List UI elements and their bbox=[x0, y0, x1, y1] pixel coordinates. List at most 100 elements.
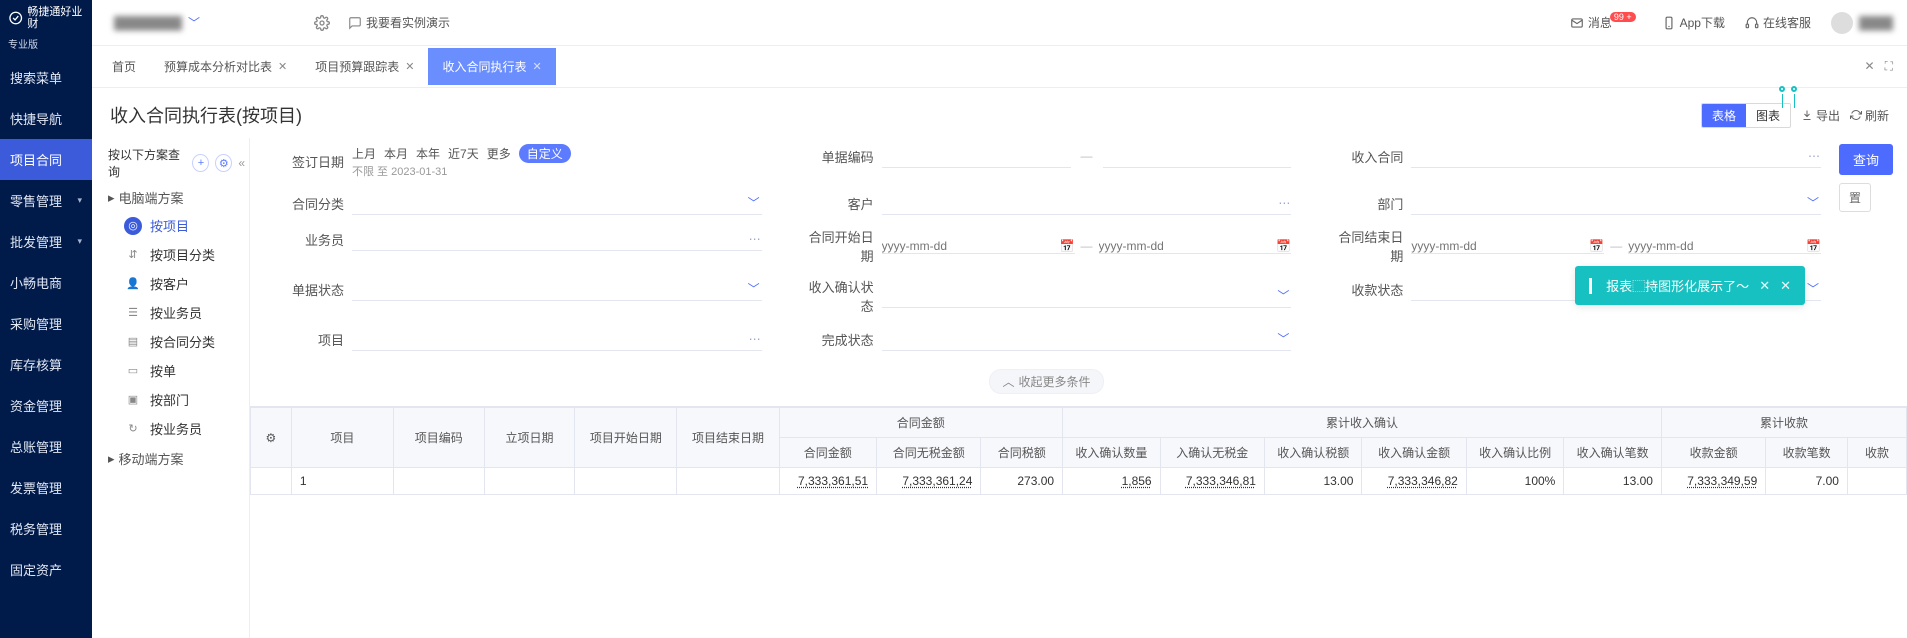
chevron-down-icon[interactable]: ﹀ bbox=[746, 194, 762, 211]
seg-table[interactable]: 表格 bbox=[1702, 104, 1746, 127]
cell-c-amt[interactable]: 7,333,346,82 bbox=[1388, 474, 1458, 488]
col-c-amt[interactable]: 收入确认金额 bbox=[1362, 438, 1466, 468]
more-icon[interactable]: ⋯ bbox=[749, 232, 762, 246]
nav-item[interactable]: 批发管理▾ bbox=[0, 221, 92, 262]
col-c-notax[interactable]: 入确认无税金 bbox=[1160, 438, 1264, 468]
start-date-to[interactable]: 📅 bbox=[1099, 239, 1292, 254]
end-date-to[interactable]: 📅 bbox=[1628, 239, 1821, 254]
class-select[interactable]: ﹀ bbox=[352, 191, 762, 215]
tab[interactable]: 预算成本分析对比表✕ bbox=[150, 48, 301, 85]
scheme-setting-button[interactable]: ⚙ bbox=[215, 154, 232, 172]
dq-more[interactable]: 更多 bbox=[487, 145, 511, 162]
nav-item[interactable]: 总账管理 bbox=[0, 426, 92, 467]
cell-cnt[interactable]: 1,856 bbox=[1122, 474, 1152, 488]
scheme-item[interactable]: ▤按合同分类 bbox=[120, 327, 245, 356]
bill-status-select[interactable]: ﹀ bbox=[352, 277, 762, 301]
msg-link[interactable]: 消息 99 + bbox=[1570, 14, 1642, 31]
fullscreen-icon[interactable]: ⛶ bbox=[1885, 59, 1893, 74]
tab[interactable]: 首页 bbox=[98, 48, 150, 85]
user-box[interactable]: ████ bbox=[1831, 12, 1893, 34]
bill-code-from[interactable] bbox=[882, 144, 1071, 168]
scheme-item[interactable]: ↻按业务员 bbox=[120, 414, 245, 443]
col-start[interactable]: 项目开始日期 bbox=[575, 408, 677, 468]
col-r-times[interactable]: 收款笔数 bbox=[1766, 438, 1848, 468]
chevron-down-icon[interactable]: ﹀ bbox=[1275, 330, 1291, 347]
col-project[interactable]: 项目 bbox=[291, 408, 393, 468]
col-r-more[interactable]: 收款 bbox=[1847, 438, 1906, 468]
dept-select[interactable]: ﹀ bbox=[1411, 191, 1821, 215]
nav-item[interactable]: 固定资产 bbox=[0, 549, 92, 590]
nav-item[interactable]: 库存核算 bbox=[0, 344, 92, 385]
demo-link[interactable]: 我要看实例演示 bbox=[348, 14, 450, 31]
project-select[interactable]: ⋯ bbox=[352, 327, 762, 351]
table-gear[interactable]: ⚙ bbox=[251, 408, 292, 468]
tab-close-icon[interactable]: ✕ bbox=[533, 60, 542, 73]
tab[interactable]: 收入合同执行表✕ bbox=[428, 48, 555, 85]
nav-item[interactable]: 采购管理 bbox=[0, 303, 92, 344]
col-code[interactable]: 项目编码 bbox=[393, 408, 484, 468]
nav-item[interactable]: 税务管理 bbox=[0, 508, 92, 549]
col-tax[interactable]: 合同税额 bbox=[981, 438, 1063, 468]
scheme-item[interactable]: ▣按部门 bbox=[120, 385, 245, 414]
scheme-item[interactable]: ◎按项目 bbox=[120, 211, 245, 240]
chevron-down-icon[interactable]: ﹀ bbox=[1805, 194, 1821, 211]
col-c-ratio[interactable]: 收入确认比例 bbox=[1466, 438, 1564, 468]
col-cnt[interactable]: 收入确认数量 bbox=[1063, 438, 1161, 468]
dq-this-year[interactable]: 本年 bbox=[416, 145, 440, 162]
query-button[interactable]: 查询 bbox=[1839, 144, 1893, 175]
bill-code-to[interactable] bbox=[1103, 144, 1292, 168]
confirm-status-select[interactable]: ﹀ bbox=[882, 284, 1292, 308]
contract-select[interactable]: ⋯ bbox=[1411, 144, 1821, 168]
start-date-from[interactable]: 📅 bbox=[882, 239, 1075, 254]
reset-button[interactable]: 置 bbox=[1839, 183, 1871, 212]
col-c-times[interactable]: 收入确认笔数 bbox=[1564, 438, 1662, 468]
col-c-tax[interactable]: 收入确认税额 bbox=[1264, 438, 1362, 468]
dq-last-month[interactable]: 上月 bbox=[352, 145, 376, 162]
dq-last7[interactable]: 近7天 bbox=[448, 145, 479, 162]
cell-amt[interactable]: 7,333,361,51 bbox=[798, 474, 868, 488]
scheme-group-pc[interactable]: ▸ 电脑端方案 bbox=[102, 188, 245, 207]
account-switcher[interactable]: ████████ ﹀ bbox=[106, 10, 296, 35]
more-icon[interactable]: ⋯ bbox=[1808, 149, 1821, 163]
cell-c-notax[interactable]: 7,333,346,81 bbox=[1186, 474, 1256, 488]
col-end[interactable]: 项目结束日期 bbox=[677, 408, 779, 468]
app-download-link[interactable]: App下载 bbox=[1662, 14, 1725, 31]
customer-select[interactable]: ⋯ bbox=[882, 191, 1292, 215]
scheme-item[interactable]: ▭按单 bbox=[120, 356, 245, 385]
calendar-icon[interactable]: 📅 bbox=[1276, 239, 1291, 253]
col-r-amt[interactable]: 收款金额 bbox=[1661, 438, 1765, 468]
chevron-down-icon[interactable]: ﹀ bbox=[1275, 287, 1291, 304]
gear-icon[interactable] bbox=[314, 15, 330, 31]
col-amt[interactable]: 合同金额 bbox=[779, 438, 877, 468]
scheme-item[interactable]: ⇵按项目分类 bbox=[120, 240, 245, 269]
staff-select[interactable]: ⋯ bbox=[352, 227, 762, 251]
table-row[interactable]: 1 7,333,361,51 7,333,361,24 273.00 1,856… bbox=[251, 468, 1907, 495]
calendar-icon[interactable]: 📅 bbox=[1060, 239, 1075, 253]
scheme-item[interactable]: ☰按业务员 bbox=[120, 298, 245, 327]
more-icon[interactable]: ⋯ bbox=[749, 332, 762, 346]
service-link[interactable]: 在线客服 bbox=[1745, 14, 1811, 31]
calendar-icon[interactable]: 📅 bbox=[1806, 239, 1821, 253]
scheme-group-mobile[interactable]: ▸ 移动端方案 bbox=[102, 449, 245, 468]
tab-close-icon[interactable]: ✕ bbox=[278, 60, 287, 73]
refresh-button[interactable]: 刷新 bbox=[1850, 107, 1889, 124]
more-icon[interactable]: ⋯ bbox=[1278, 196, 1291, 210]
end-date-from[interactable]: 📅 bbox=[1411, 239, 1604, 254]
toast-close-icon[interactable]: ✕ bbox=[1759, 278, 1770, 294]
nav-item[interactable]: 搜索菜单 bbox=[0, 57, 92, 98]
col-create[interactable]: 立项日期 bbox=[484, 408, 575, 468]
cell-r-amt[interactable]: 7,333,349,59 bbox=[1687, 474, 1757, 488]
scheme-add-button[interactable]: + bbox=[192, 154, 209, 172]
seg-chart[interactable]: 图表 bbox=[1746, 104, 1790, 127]
calendar-icon[interactable]: 📅 bbox=[1589, 239, 1604, 253]
dq-this-month[interactable]: 本月 bbox=[384, 145, 408, 162]
nav-item[interactable]: 小畅电商 bbox=[0, 262, 92, 303]
toast-close-icon-2[interactable]: ✕ bbox=[1780, 278, 1791, 294]
nav-item[interactable]: 零售管理▾ bbox=[0, 180, 92, 221]
nav-item[interactable]: 发票管理 bbox=[0, 467, 92, 508]
tab[interactable]: 项目预算跟踪表✕ bbox=[301, 48, 428, 85]
chevron-down-icon[interactable]: ﹀ bbox=[746, 280, 762, 297]
scheme-collapse-icon[interactable]: « bbox=[238, 156, 245, 170]
chevron-down-icon[interactable]: ﹀ bbox=[1805, 280, 1821, 297]
col-amt-notax[interactable]: 合同无税金额 bbox=[877, 438, 981, 468]
